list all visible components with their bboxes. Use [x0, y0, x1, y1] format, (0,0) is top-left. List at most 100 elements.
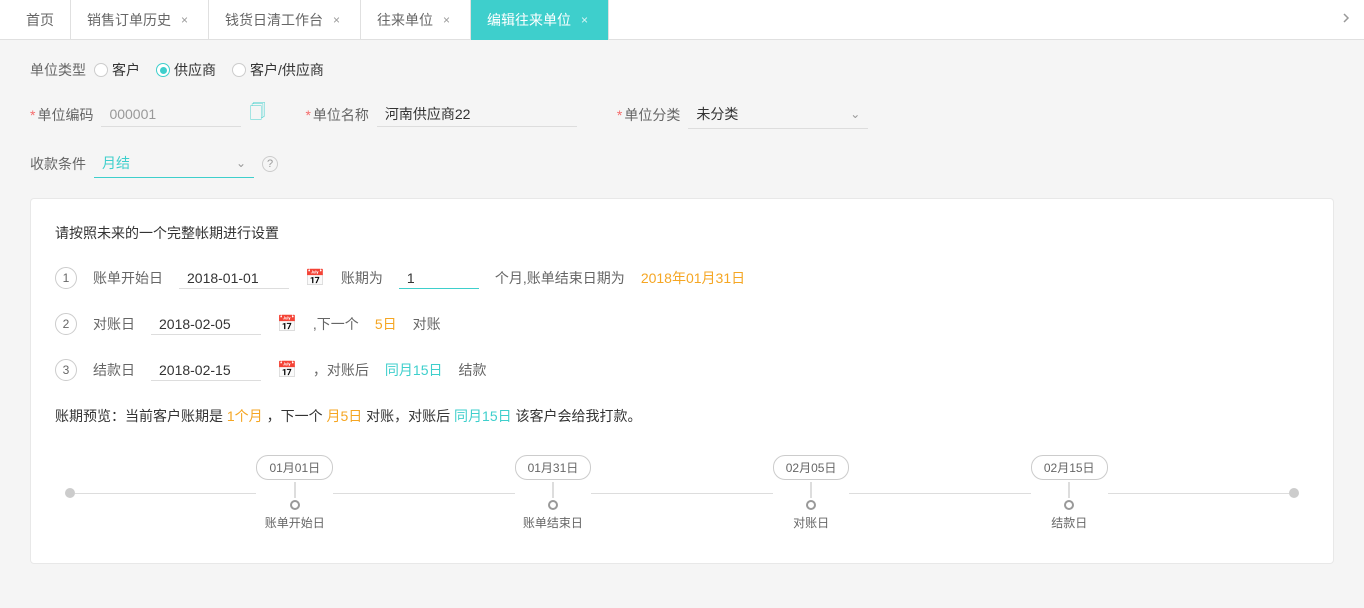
payment-label: 收款条件 [30, 154, 86, 174]
preview-7: 该客户会给我打款。 [516, 408, 642, 424]
radio-customer-circle [94, 63, 108, 77]
step-1-date-input[interactable] [179, 268, 289, 289]
payment-field: 收款条件 月结 ⌄ ? [30, 149, 278, 178]
tab-sales-history[interactable]: 销售订单历史 × [71, 0, 209, 40]
unit-name-field: *单位名称 [305, 102, 576, 127]
timeline-node-3-date: 02月05日 [773, 455, 850, 480]
timeline-node-4: 02月15日 结款日 [1031, 455, 1108, 531]
tab-cash-work-close[interactable]: × [329, 11, 344, 29]
timeline-start-dot [65, 488, 75, 498]
step-1-period-highlight: 2018年01月31日 [641, 268, 745, 288]
unit-name-input[interactable] [377, 102, 577, 127]
timeline-node-3-line [810, 482, 812, 498]
timeline-line-4 [849, 493, 1030, 495]
tab-edit-unit-close[interactable]: × [577, 11, 592, 29]
timeline-node-1: 01月01日 账单开始日 [256, 455, 333, 531]
step-3-num: 3 [55, 359, 77, 381]
unit-type-label: 单位类型 [30, 60, 86, 80]
step-3-date-input[interactable] [151, 360, 261, 381]
step-1-row: 1 账单开始日 📅 账期为 个月,账单结束日期为 2018年01月31日 [55, 267, 1309, 289]
payment-chevron: ⌄ [236, 156, 246, 170]
required-star-name: * [305, 107, 310, 123]
step-2-suffix: 对账 [413, 314, 441, 334]
tab-related-units-close[interactable]: × [439, 11, 454, 29]
step-2-num: 2 [55, 313, 77, 335]
form-row-2: *单位编码 🗍 *单位名称 *单位分类 未分类 ⌄ [30, 100, 1334, 129]
timeline-node-4-line [1068, 482, 1070, 498]
tab-home[interactable]: 首页 [10, 0, 71, 40]
required-star-cat: * [617, 107, 622, 123]
timeline-line-2 [333, 493, 514, 495]
tab-cash-work[interactable]: 钱货日清工作台 × [209, 0, 361, 40]
timeline-node-2-label: 账单结束日 [523, 514, 583, 531]
timeline-node-2-line [552, 482, 554, 498]
radio-group: 客户 供应商 客户/供应商 [94, 60, 324, 80]
unit-category-chevron: ⌄ [850, 107, 860, 121]
card-title: 请按照未来的一个完整帐期进行设置 [55, 223, 1309, 243]
tab-sales-history-label: 销售订单历史 [87, 10, 171, 30]
radio-supplier[interactable]: 供应商 [156, 60, 216, 80]
preview-5: 对账，对账后 [366, 408, 450, 424]
unit-category-label: *单位分类 [617, 105, 680, 125]
step-1-period-unit: 个月,账单结束日期为 [495, 268, 625, 288]
step-1-calendar-icon[interactable]: 📅 [305, 268, 325, 288]
tab-edit-unit-label: 编辑往来单位 [487, 10, 571, 30]
payment-value: 月结 [102, 153, 130, 173]
preview-2: ，下一个 [267, 408, 323, 424]
radio-customer-label: 客户 [112, 60, 140, 80]
tab-bar: 首页 销售订单历史 × 钱货日清工作台 × 往来单位 × 编辑往来单位 × [0, 0, 1364, 40]
tab-sales-history-close[interactable]: × [177, 11, 192, 29]
tab-related-units[interactable]: 往来单位 × [361, 0, 471, 40]
unit-code-field: *单位编码 🗍 [30, 101, 265, 128]
radio-both-circle [232, 63, 246, 77]
step-3-suffix-prefix: ，对账后 [313, 360, 369, 380]
radio-customer[interactable]: 客户 [94, 60, 140, 80]
main-content: 单位类型 客户 供应商 客户/供应商 *单位编码 [0, 40, 1364, 608]
timeline-end-dot [1289, 488, 1299, 498]
copy-icon[interactable]: 🗍 [249, 101, 265, 128]
timeline-node-2-dot [548, 500, 558, 510]
step-3-label: 结款日 [93, 360, 135, 380]
preview-text: 账期预览：当前客户账期是 1个月 ，下一个 月5日 对账，对账后 同月15日 该… [55, 405, 1309, 427]
tab-related-units-label: 往来单位 [377, 10, 433, 30]
timeline-node-4-label: 结款日 [1051, 514, 1087, 531]
step-1-num: 1 [55, 267, 77, 289]
timeline-line-5 [1108, 493, 1289, 495]
unit-code-input[interactable] [101, 102, 241, 127]
required-star-code: * [30, 107, 35, 123]
step-1-period-label: 账期为 [341, 268, 383, 288]
step-3-row: 3 结款日 📅 ，对账后同月15日结款 [55, 359, 1309, 381]
timeline-node-4-dot [1064, 500, 1074, 510]
timeline-node-4-date: 02月15日 [1031, 455, 1108, 480]
payment-row: 收款条件 月结 ⌄ ? [30, 149, 1334, 178]
unit-type-field: 单位类型 客户 供应商 客户/供应商 [30, 60, 324, 80]
timeline-line-1 [75, 493, 256, 495]
radio-both[interactable]: 客户/供应商 [232, 60, 324, 80]
step-1-period-input[interactable] [399, 268, 479, 289]
step-3-suffix-highlight: 同月15日 [385, 360, 443, 380]
timeline: 01月01日 账单开始日 01月31日 账单结束日 02月05日 对账日 [55, 455, 1309, 531]
step-2-suffix-prefix: ,下一个 [313, 314, 359, 334]
tab-edit-unit[interactable]: 编辑往来单位 × [471, 0, 609, 40]
chevron-right-icon [1338, 10, 1354, 26]
timeline-node-3-label: 对账日 [793, 514, 829, 531]
tab-home-label: 首页 [26, 10, 54, 30]
unit-type-row: 单位类型 客户 供应商 客户/供应商 [30, 60, 1334, 80]
timeline-node-2-date: 01月31日 [515, 455, 592, 480]
step-2-suffix-highlight: 5日 [375, 314, 397, 334]
timeline-node-3-dot [806, 500, 816, 510]
preview-6: 同月15日 [454, 408, 512, 424]
unit-name-label: *单位名称 [305, 105, 368, 125]
timeline-node-1-date: 01月01日 [256, 455, 333, 480]
payment-select[interactable]: 月结 ⌄ [94, 149, 254, 178]
radio-both-label: 客户/供应商 [250, 60, 324, 80]
unit-category-select[interactable]: 未分类 ⌄ [688, 100, 868, 129]
help-icon[interactable]: ? [262, 156, 278, 172]
step-2-calendar-icon[interactable]: 📅 [277, 314, 297, 334]
step-2-date-input[interactable] [151, 314, 261, 335]
tab-chevron[interactable] [1338, 10, 1354, 29]
step-1-label: 账单开始日 [93, 268, 163, 288]
preview-1: 1个月 [227, 408, 263, 424]
unit-category-field: *单位分类 未分类 ⌄ [617, 100, 868, 129]
step-3-calendar-icon[interactable]: 📅 [277, 360, 297, 380]
